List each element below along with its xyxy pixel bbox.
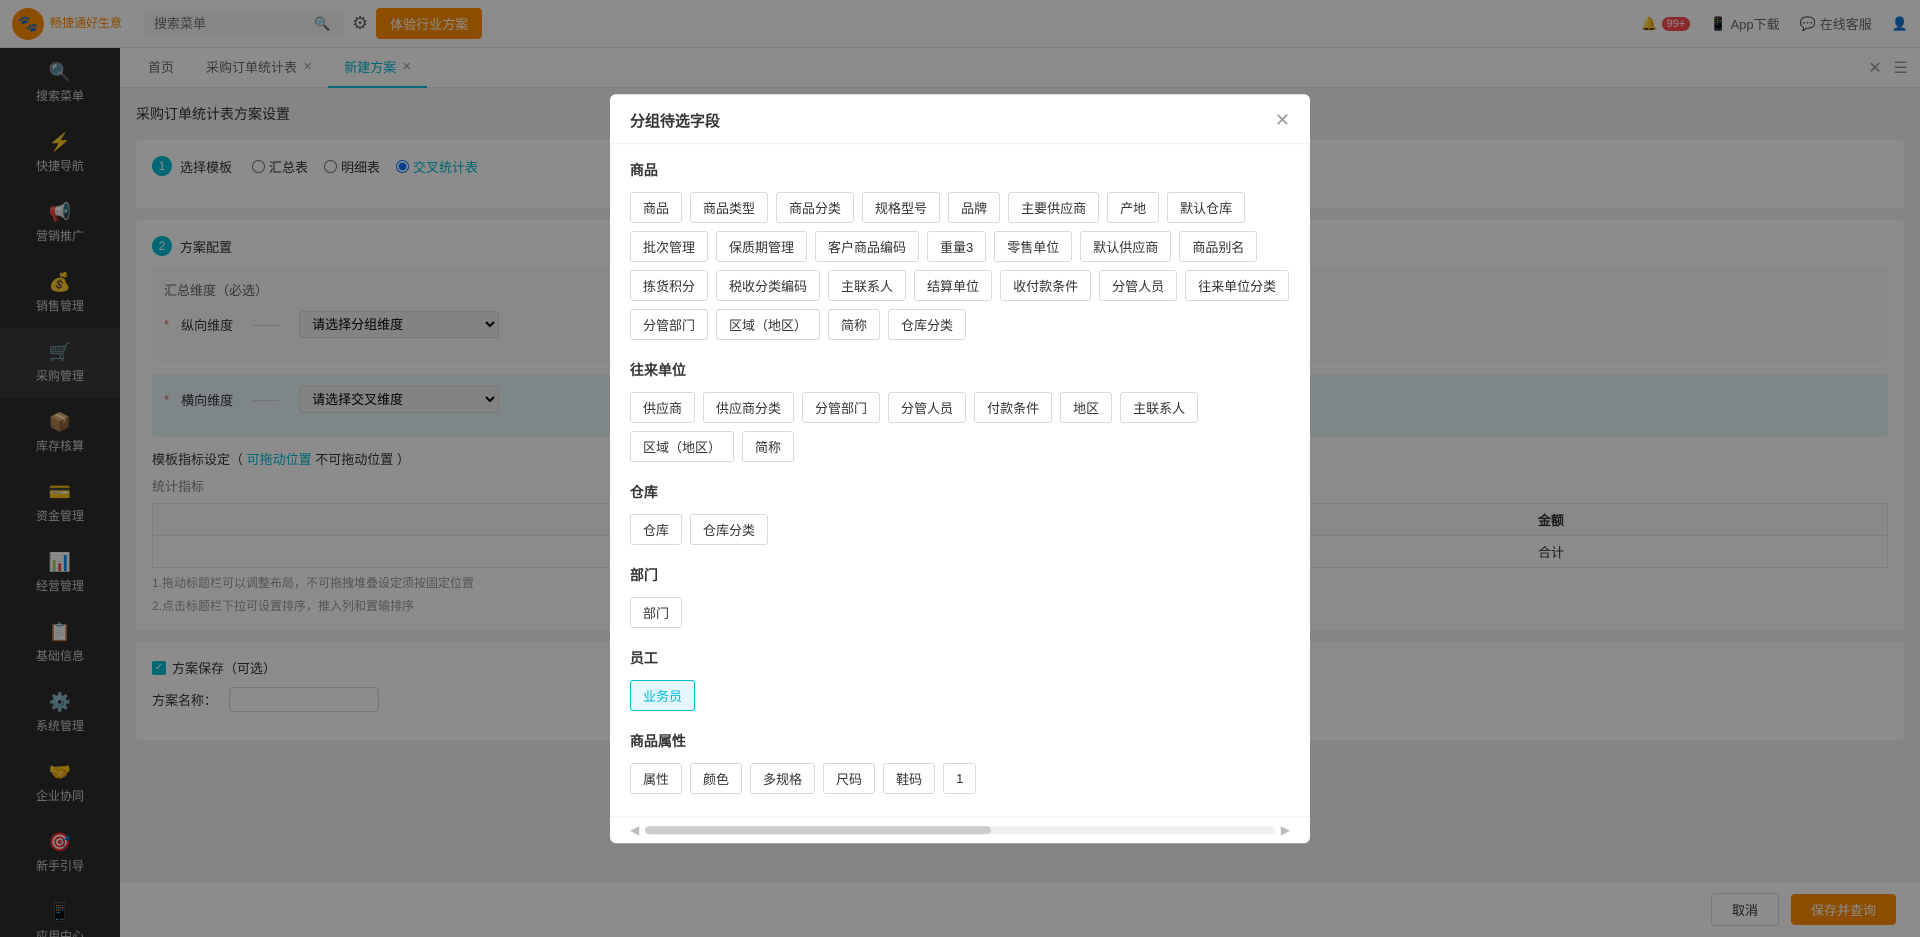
field-retail-unit[interactable]: 零售单位 bbox=[994, 231, 1072, 262]
field-supplier[interactable]: 供应商 bbox=[630, 392, 695, 423]
section-goods-title: 商品 bbox=[630, 160, 1290, 180]
warehouse-field-grid: 仓库 仓库分类 bbox=[630, 514, 1290, 545]
field-supplier-category[interactable]: 供应商分类 bbox=[703, 392, 794, 423]
field-warehouse[interactable]: 仓库 bbox=[630, 514, 682, 545]
modal-body: 商品 商品 商品类型 商品分类 规格型号 品牌 主要供应商 产地 默认仓库 批次… bbox=[610, 144, 1310, 817]
field-abbr-p[interactable]: 简称 bbox=[742, 431, 794, 462]
scroll-right-arrow[interactable]: ▶ bbox=[1281, 823, 1290, 837]
goods-field-grid: 商品 商品类型 商品分类 规格型号 品牌 主要供应商 产地 默认仓库 批次管理 … bbox=[630, 192, 1290, 340]
goods-attr-field-grid: 属性 颜色 多规格 尺码 鞋码 1 bbox=[630, 763, 1290, 794]
scroll-track[interactable] bbox=[645, 826, 1275, 834]
section-warehouse-title: 仓库 bbox=[630, 482, 1290, 502]
field-main-contact[interactable]: 主联系人 bbox=[828, 270, 906, 301]
modal-title: 分组待选字段 bbox=[630, 110, 720, 131]
field-pick-points[interactable]: 拣货积分 bbox=[630, 270, 708, 301]
field-goods-alias[interactable]: 商品别名 bbox=[1179, 231, 1257, 262]
partner-field-grid: 供应商 供应商分类 分管部门 分管人员 付款条件 地区 主联系人 区域（地区） … bbox=[630, 392, 1290, 462]
field-payment-terms-p[interactable]: 付款条件 bbox=[974, 392, 1052, 423]
section-employee: 员工 业务员 bbox=[630, 648, 1290, 711]
field-dept[interactable]: 分管部门 bbox=[630, 309, 708, 340]
field-abbr[interactable]: 简称 bbox=[828, 309, 880, 340]
field-multi-spec[interactable]: 多规格 bbox=[750, 763, 815, 794]
section-dept-title: 部门 bbox=[630, 565, 1290, 585]
section-dept: 部门 部门 bbox=[630, 565, 1290, 628]
section-partner-title: 往来单位 bbox=[630, 360, 1290, 380]
field-supervisor[interactable]: 分管人员 bbox=[1099, 270, 1177, 301]
field-salesperson[interactable]: 业务员 bbox=[630, 680, 695, 711]
field-attr-1[interactable]: 1 bbox=[943, 763, 976, 794]
field-warehouse-cat[interactable]: 仓库分类 bbox=[690, 514, 768, 545]
field-dept-p[interactable]: 分管部门 bbox=[802, 392, 880, 423]
scroll-left-arrow[interactable]: ◀ bbox=[630, 823, 639, 837]
field-default-supplier[interactable]: 默认供应商 bbox=[1080, 231, 1171, 262]
field-tax-code[interactable]: 税收分类编码 bbox=[716, 270, 820, 301]
modal-scrollbar: ◀ ▶ bbox=[610, 816, 1310, 843]
field-region-p[interactable]: 区域（地区） bbox=[630, 431, 734, 462]
field-region[interactable]: 区域（地区） bbox=[716, 309, 820, 340]
field-selection-modal: 分组待选字段 ✕ 商品 商品 商品类型 商品分类 规格型号 品牌 主要供应商 产… bbox=[610, 94, 1310, 844]
field-attr[interactable]: 属性 bbox=[630, 763, 682, 794]
field-main-contact-p[interactable]: 主联系人 bbox=[1120, 392, 1198, 423]
field-origin[interactable]: 产地 bbox=[1107, 192, 1159, 223]
field-default-warehouse[interactable]: 默认仓库 bbox=[1167, 192, 1245, 223]
section-goods-attr: 商品属性 属性 颜色 多规格 尺码 鞋码 1 bbox=[630, 731, 1290, 794]
scroll-thumb bbox=[645, 826, 991, 834]
employee-field-grid: 业务员 bbox=[630, 680, 1290, 711]
field-warehouse-category[interactable]: 仓库分类 bbox=[888, 309, 966, 340]
field-payment-terms[interactable]: 收付款条件 bbox=[1000, 270, 1091, 301]
field-customer-code[interactable]: 客户商品编码 bbox=[815, 231, 919, 262]
field-color[interactable]: 颜色 bbox=[690, 763, 742, 794]
field-spec-model[interactable]: 规格型号 bbox=[862, 192, 940, 223]
dept-field-grid: 部门 bbox=[630, 597, 1290, 628]
field-goods-category[interactable]: 商品分类 bbox=[776, 192, 854, 223]
field-weight3[interactable]: 重量3 bbox=[927, 231, 986, 262]
field-shelf-life[interactable]: 保质期管理 bbox=[716, 231, 807, 262]
field-shoe-size[interactable]: 鞋码 bbox=[883, 763, 935, 794]
section-employee-title: 员工 bbox=[630, 648, 1290, 668]
field-supervisor-p[interactable]: 分管人员 bbox=[888, 392, 966, 423]
field-area-p[interactable]: 地区 bbox=[1060, 392, 1112, 423]
field-brand[interactable]: 品牌 bbox=[948, 192, 1000, 223]
field-partner-category[interactable]: 往来单位分类 bbox=[1185, 270, 1289, 301]
section-goods-attr-title: 商品属性 bbox=[630, 731, 1290, 751]
modal-header: 分组待选字段 ✕ bbox=[610, 94, 1310, 144]
field-settlement-unit[interactable]: 结算单位 bbox=[914, 270, 992, 301]
section-goods: 商品 商品 商品类型 商品分类 规格型号 品牌 主要供应商 产地 默认仓库 批次… bbox=[630, 160, 1290, 340]
field-size[interactable]: 尺码 bbox=[823, 763, 875, 794]
field-goods-type[interactable]: 商品类型 bbox=[690, 192, 768, 223]
modal-close-btn[interactable]: ✕ bbox=[1275, 110, 1290, 131]
section-partner: 往来单位 供应商 供应商分类 分管部门 分管人员 付款条件 地区 主联系人 区域… bbox=[630, 360, 1290, 462]
field-goods[interactable]: 商品 bbox=[630, 192, 682, 223]
section-warehouse: 仓库 仓库 仓库分类 bbox=[630, 482, 1290, 545]
field-batch-mgmt[interactable]: 批次管理 bbox=[630, 231, 708, 262]
field-main-supplier[interactable]: 主要供应商 bbox=[1008, 192, 1099, 223]
field-dept-main[interactable]: 部门 bbox=[630, 597, 682, 628]
